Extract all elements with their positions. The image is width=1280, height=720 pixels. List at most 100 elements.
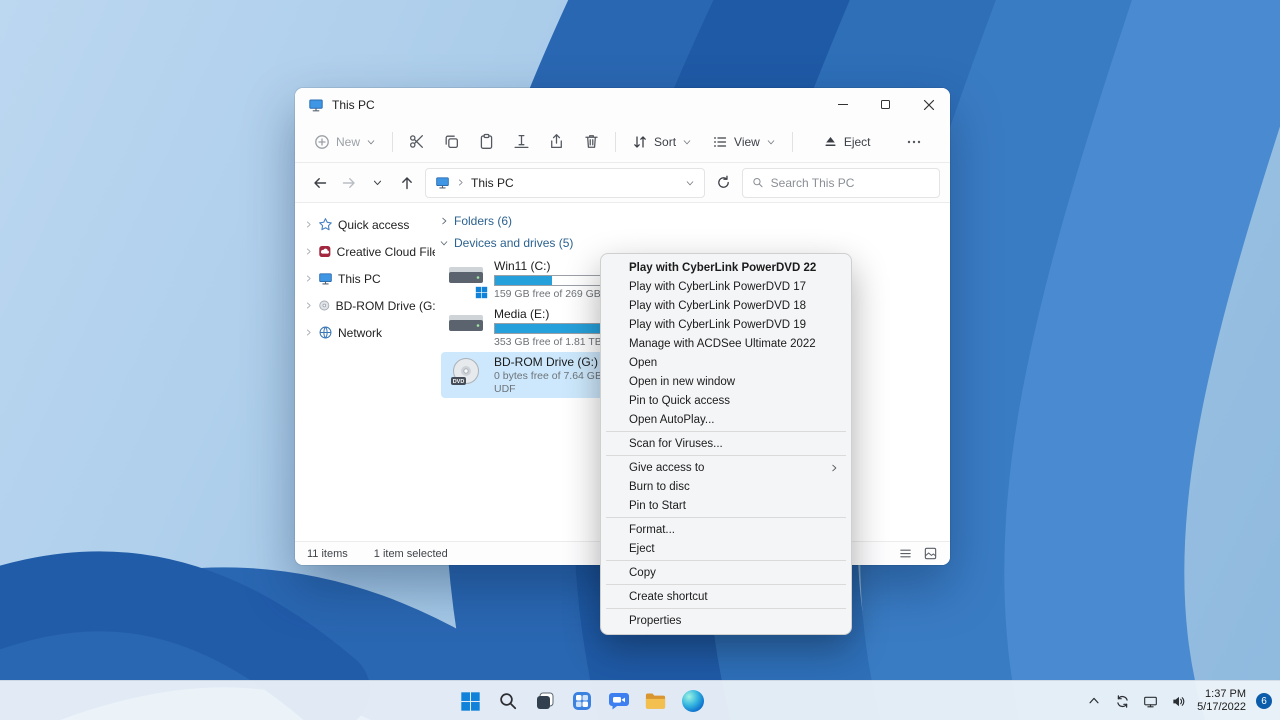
widgets-button[interactable] [563,681,600,720]
menu-item-scan-for-viruses[interactable]: Scan for Viruses... [604,434,848,453]
close-button[interactable] [907,88,950,121]
menu-item-manage-acdsee[interactable]: Manage with ACDSee Ultimate 2022 [604,334,848,353]
menu-item-play-powerdvd-22[interactable]: Play with CyberLink PowerDVD 22 [604,258,848,277]
ellipsis-icon [906,134,922,150]
chevron-right-icon[interactable] [304,328,313,337]
search-box[interactable] [742,168,940,198]
clock[interactable]: 1:37 PM 5/17/2022 [1197,688,1246,714]
volume-icon [1171,694,1186,709]
edge-icon [682,690,704,712]
svg-text:DVD: DVD [453,379,465,385]
chat-icon [608,690,630,712]
group-header-folders[interactable]: Folders (6) [439,210,950,232]
view-button[interactable]: View [703,129,785,155]
new-label: New [336,135,360,149]
navigation-pane: Quick access Creative Cloud Files This P… [295,203,435,541]
taskbar: 1:37 PM 5/17/2022 6 [0,680,1280,720]
network-icon [1143,694,1158,709]
sidebar-item-this-pc[interactable]: This PC [295,265,435,292]
menu-item-open-autoplay[interactable]: Open AutoPlay... [604,410,848,429]
sync-tray-button[interactable] [1113,692,1131,710]
chevron-right-icon[interactable] [304,301,313,310]
menu-item-create-shortcut[interactable]: Create shortcut [604,587,848,606]
chevron-right-icon[interactable] [304,247,313,256]
cut-button[interactable] [400,127,433,157]
forward-button[interactable] [334,169,363,197]
menu-item-pin-to-quick-access[interactable]: Pin to Quick access [604,391,848,410]
sync-icon [1115,694,1130,709]
menu-item-label: Open [629,357,657,369]
maximize-icon [881,100,890,109]
large-icons-view-icon[interactable] [923,546,938,561]
sidebar-item-quick-access[interactable]: Quick access [295,211,435,238]
menu-item-label: Burn to disc [629,481,690,493]
menu-item-copy[interactable]: Copy [604,563,848,582]
menu-item-burn-to-disc[interactable]: Burn to disc [604,477,848,496]
menu-item-properties[interactable]: Properties [604,611,848,630]
network-tray-button[interactable] [1141,692,1159,710]
address-dropdown-chevron-icon[interactable] [685,178,695,188]
edge-button[interactable] [674,681,711,720]
maximize-button[interactable] [864,88,907,121]
menu-item-eject[interactable]: Eject [604,539,848,558]
paste-button[interactable] [470,127,503,157]
address-bar[interactable]: This PC [425,168,705,198]
taskbar-search-button[interactable] [489,681,526,720]
sidebar-item-network[interactable]: Network [295,319,435,346]
menu-item-open-in-new-window[interactable]: Open in new window [604,372,848,391]
share-button[interactable] [540,127,573,157]
clock-date: 5/17/2022 [1197,701,1246,713]
search-input[interactable] [771,176,930,190]
see-more-button[interactable] [898,127,931,157]
volume-tray-button[interactable] [1169,692,1187,710]
sidebar-item-bdrom-drive[interactable]: BD-ROM Drive (G:) IT [295,292,435,319]
menu-item-format[interactable]: Format... [604,520,848,539]
disc-icon [318,298,331,313]
plus-circle-icon [314,134,330,150]
back-button[interactable] [305,169,334,197]
chevron-right-icon[interactable] [439,216,449,226]
minimize-button[interactable] [821,88,864,121]
up-button[interactable] [392,169,421,197]
menu-item-play-powerdvd-18[interactable]: Play with CyberLink PowerDVD 18 [604,296,848,315]
menu-item-open[interactable]: Open [604,353,848,372]
sidebar-item-label: Creative Cloud Files [337,245,435,259]
desktop: This PC New [0,0,1280,720]
chevron-down-icon[interactable] [439,238,449,248]
notification-badge[interactable]: 6 [1256,693,1272,709]
refresh-button[interactable] [709,169,738,197]
new-button[interactable]: New [305,129,385,155]
menu-item-play-powerdvd-19[interactable]: Play with CyberLink PowerDVD 19 [604,315,848,334]
details-view-icon[interactable] [898,546,913,561]
titlebar[interactable]: This PC [295,88,950,121]
search-icon [752,176,764,189]
sort-button[interactable]: Sort [623,129,701,155]
menu-separator [606,560,846,561]
task-view-button[interactable] [526,681,563,720]
chat-button[interactable] [600,681,637,720]
minimize-icon [838,104,848,105]
file-explorer-button[interactable] [637,681,674,720]
breadcrumb-location[interactable]: This PC [471,176,514,190]
view-toggles [898,546,938,561]
sidebar-item-creative-cloud-files[interactable]: Creative Cloud Files [295,238,435,265]
menu-item-pin-to-start[interactable]: Pin to Start [604,496,848,515]
menu-separator [606,584,846,585]
chevron-right-icon[interactable] [304,274,313,283]
menu-item-label: Play with CyberLink PowerDVD 18 [629,300,806,312]
copy-button[interactable] [435,127,468,157]
toolbar-divider [792,132,793,152]
menu-item-play-powerdvd-17[interactable]: Play with CyberLink PowerDVD 17 [604,277,848,296]
recent-locations-button[interactable] [363,169,392,197]
rename-button[interactable] [505,127,538,157]
chevron-down-icon [682,137,692,147]
hidden-icons-button[interactable] [1085,692,1103,710]
eject-button[interactable]: Eject [814,129,880,154]
task-view-icon [534,690,556,712]
delete-button[interactable] [575,127,608,157]
menu-item-give-access-to[interactable]: Give access to [604,458,848,477]
start-button[interactable] [452,681,489,720]
menu-item-label: Scan for Viruses... [629,438,723,450]
group-header-devices-and-drives[interactable]: Devices and drives (5) [439,232,950,254]
chevron-right-icon[interactable] [304,220,313,229]
